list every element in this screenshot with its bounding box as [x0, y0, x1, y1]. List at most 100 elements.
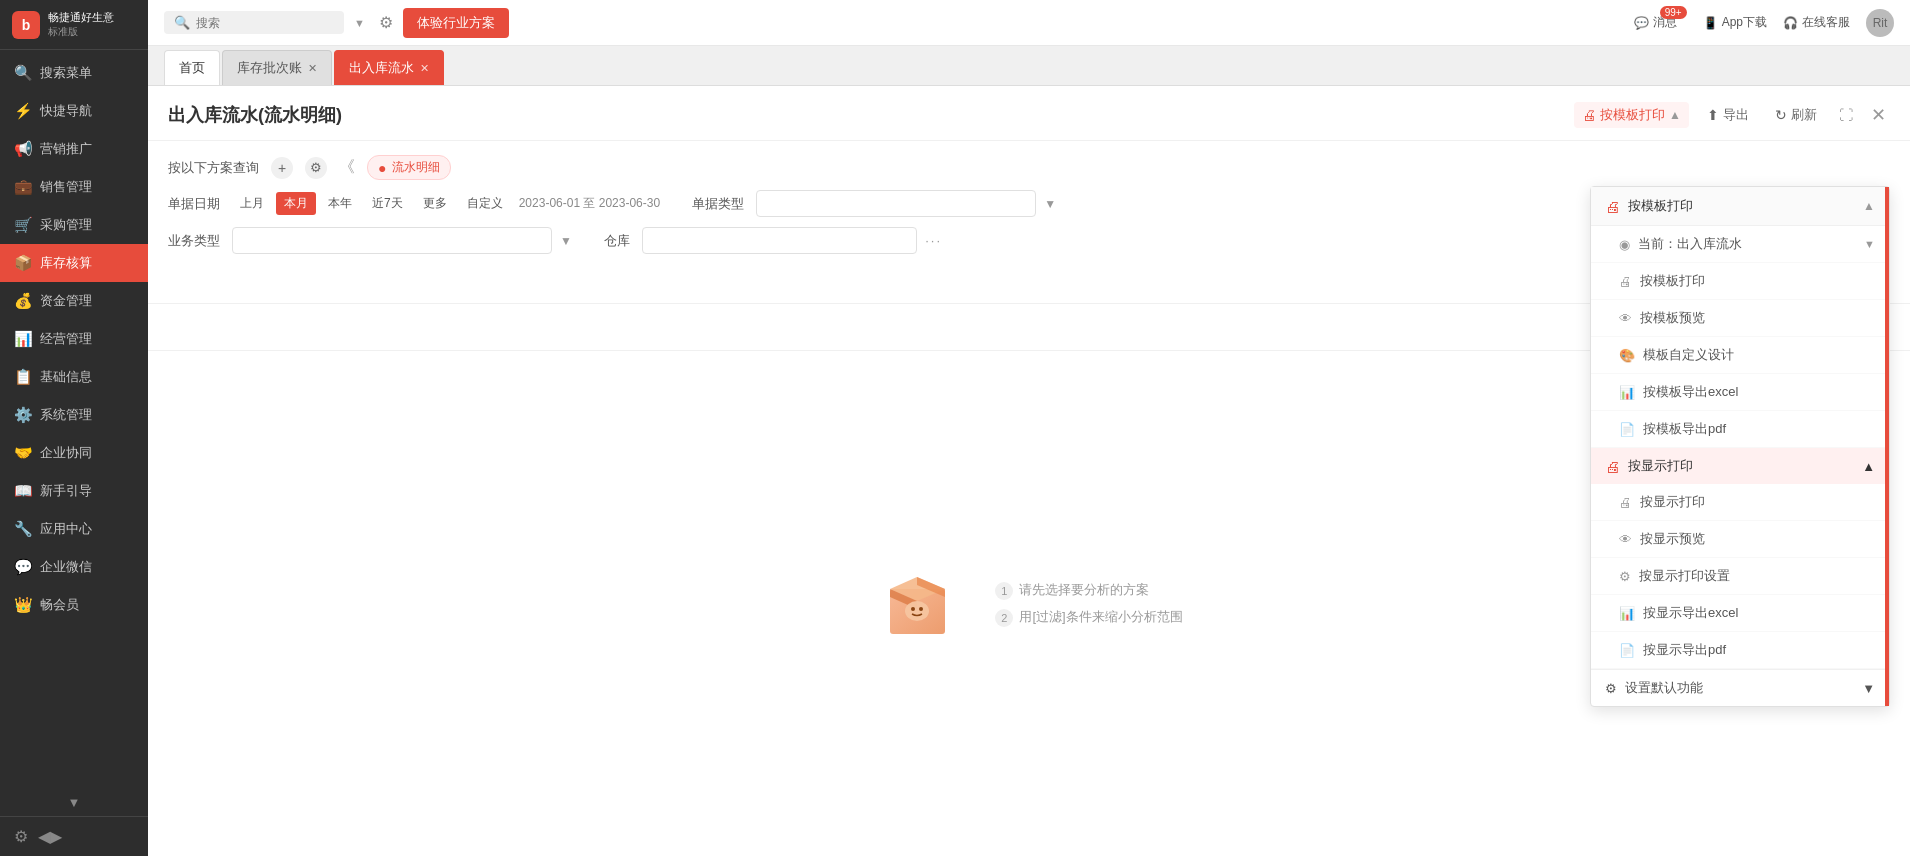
header-search-box[interactable]: 🔍 — [164, 11, 344, 34]
tab-flow-label: 出入库流水 — [349, 59, 414, 77]
close-page-icon[interactable]: ✕ — [1867, 100, 1890, 130]
dropdown-current-item[interactable]: ◉ 当前：出入库流水 ▼ — [1591, 226, 1889, 263]
disp-settings-icon: ⚙ — [1619, 569, 1631, 584]
online-service-btn[interactable]: 🎧 在线客服 — [1783, 14, 1850, 31]
print-icon: 🖨 — [1582, 107, 1596, 123]
sidebar-item-system[interactable]: ⚙️ 系统管理 — [0, 396, 148, 434]
sidebar-scroll-down[interactable]: ▼ — [0, 789, 148, 816]
empty-hints: 1 请先选择要分析的方案 2 用[过滤]条件来缩小分析范围 — [995, 581, 1182, 627]
date-btn-last-month[interactable]: 上月 — [232, 192, 272, 215]
svg-point-5 — [911, 607, 915, 611]
dropdown-template-custom[interactable]: 🎨 模板自定义设计 — [1591, 337, 1889, 374]
date-btn-7days[interactable]: 近7天 — [364, 192, 411, 215]
tab-home-label: 首页 — [179, 59, 205, 77]
dropdown-display-section[interactable]: 🖨 按显示打印 ▲ — [1591, 448, 1889, 484]
online-service-label: 在线客服 — [1802, 14, 1850, 31]
search-input[interactable] — [196, 16, 316, 30]
sidebar-item-member[interactable]: 👑 畅会员 — [0, 586, 148, 624]
settings-icon[interactable]: ⚙ — [14, 827, 28, 846]
sidebar-item-guide[interactable]: 📖 新手引导 — [0, 472, 148, 510]
user-avatar[interactable]: Rit — [1866, 9, 1894, 37]
dropdown-chevron-up-icon[interactable]: ▲ — [1863, 199, 1875, 213]
filter-add-btn[interactable]: + — [271, 157, 293, 179]
dropdown-disp-pdf[interactable]: 📄 按显示导出pdf — [1591, 632, 1889, 669]
tab-batch-close[interactable]: ✕ — [308, 62, 317, 75]
print-dropdown-panel: 🖨 按模板打印 ▲ ◉ 当前：出入库流水 ▼ 🖨 按模板打印 — [1590, 186, 1890, 707]
tab-flow-close[interactable]: ✕ — [420, 62, 429, 75]
tab-flow[interactable]: 出入库流水 ✕ — [334, 50, 444, 85]
message-badge: 99+ — [1660, 6, 1687, 19]
sidebar-item-inventory[interactable]: 📦 库存核算 — [0, 244, 148, 282]
dropdown-footer[interactable]: ⚙ 设置默认功能 ▼ — [1591, 669, 1889, 706]
filter-active-tag[interactable]: ● 流水明细 — [367, 155, 451, 180]
sidebar-item-finance[interactable]: 💰 资金管理 — [0, 282, 148, 320]
main-area: 🔍 ▼ ⚙ 体验行业方案 💬 消息 99+ 📱 App下载 🎧 在线客服 Rit — [148, 0, 1910, 856]
system-icon: ⚙️ — [14, 406, 32, 424]
template-excel-icon: 📊 — [1619, 385, 1635, 400]
sidebar-item-marketing[interactable]: 📢 营销推广 — [0, 130, 148, 168]
date-btn-this-month[interactable]: 本月 — [276, 192, 316, 215]
warehouse-input[interactable] — [642, 227, 917, 254]
sidebar-item-basic[interactable]: 📋 基础信息 — [0, 358, 148, 396]
dropdown-template-print[interactable]: 🖨 按模板打印 — [1591, 263, 1889, 300]
sidebar-item-apps[interactable]: 🔧 应用中心 — [0, 510, 148, 548]
footer-chevron-down-icon: ▼ — [1862, 681, 1875, 696]
finance-icon: 💰 — [14, 292, 32, 310]
doc-type-input[interactable] — [756, 190, 1036, 217]
biz-type-input[interactable] — [232, 227, 552, 254]
sidebar-item-search[interactable]: 🔍 搜索菜单 — [0, 54, 148, 92]
template-custom-label: 模板自定义设计 — [1643, 346, 1734, 364]
hint1-text: 请先选择要分析的方案 — [1019, 581, 1149, 599]
doc-type-arrow[interactable]: ▼ — [1044, 197, 1056, 211]
trial-btn[interactable]: 体验行业方案 — [403, 8, 509, 38]
dropdown-disp-settings[interactable]: ⚙ 按显示打印设置 — [1591, 558, 1889, 595]
dropdown-disp-excel[interactable]: 📊 按显示导出excel — [1591, 595, 1889, 632]
app-download-btn[interactable]: 📱 App下载 — [1703, 14, 1767, 31]
page-actions: 🖨 按模板打印 ▲ ⬆ 导出 ↻ 刷新 ⛶ ✕ — [1574, 100, 1890, 130]
warehouse-more-icon[interactable]: ··· — [925, 233, 942, 248]
collapse-sidebar-icon[interactable]: ◀▶ — [38, 827, 62, 846]
tab-batch[interactable]: 库存批次账 ✕ — [222, 50, 332, 85]
export-label: 导出 — [1723, 106, 1749, 124]
filter-row-top: 按以下方案查询 + ⚙ 《 ● 流水明细 — [168, 155, 1890, 180]
sidebar-item-operations[interactable]: 📊 经营管理 — [0, 320, 148, 358]
sidebar-item-sales[interactable]: 💼 销售管理 — [0, 168, 148, 206]
current-indicator-icon: ◉ — [1619, 237, 1630, 252]
dropdown-disp-print[interactable]: 🖨 按显示打印 — [1591, 484, 1889, 521]
date-btn-this-year[interactable]: 本年 — [320, 192, 360, 215]
refresh-btn[interactable]: ↻ 刷新 — [1767, 102, 1825, 128]
dropdown-footer-label: 设置默认功能 — [1625, 679, 1703, 697]
dropdown-disp-preview[interactable]: 👁 按显示预览 — [1591, 521, 1889, 558]
doc-type-label: 单据类型 — [692, 195, 744, 213]
header-search-dropdown[interactable]: ▼ — [354, 17, 365, 29]
page-content: 出入库流水(流水明细) 🖨 按模板打印 ▲ ⬆ 导出 ↻ 刷新 ⛶ ✕ — [148, 86, 1910, 856]
filter-settings-btn[interactable]: ⚙ — [305, 157, 327, 179]
print-template-btn[interactable]: 🖨 按模板打印 ▲ — [1574, 102, 1689, 128]
header-gear-icon[interactable]: ⚙ — [379, 13, 393, 32]
marketing-icon: 📢 — [14, 140, 32, 158]
page-header: 出入库流水(流水明细) 🖨 按模板打印 ▲ ⬆ 导出 ↻ 刷新 ⛶ ✕ — [148, 86, 1910, 141]
expand-page-icon[interactable]: ⛶ — [1835, 103, 1857, 127]
sidebar-item-cooperation[interactable]: 🤝 企业协同 — [0, 434, 148, 472]
header-right: 💬 消息 99+ 📱 App下载 🎧 在线客服 Rit — [1634, 9, 1894, 37]
dropdown-header[interactable]: 🖨 按模板打印 ▲ — [1591, 187, 1889, 226]
purchase-icon: 🛒 — [14, 216, 32, 234]
sidebar-logo: b 畅捷通好生意 标准版 — [0, 0, 148, 50]
tab-home[interactable]: 首页 — [164, 50, 220, 85]
dropdown-template-pdf[interactable]: 📄 按模板导出pdf — [1591, 411, 1889, 448]
dropdown-template-preview[interactable]: 👁 按模板预览 — [1591, 300, 1889, 337]
template-pdf-icon: 📄 — [1619, 422, 1635, 437]
date-btn-custom[interactable]: 自定义 — [459, 192, 511, 215]
date-btn-more[interactable]: 更多 — [415, 192, 455, 215]
biz-type-arrow[interactable]: ▼ — [560, 234, 572, 248]
sidebar-item-quicknav[interactable]: ⚡ 快捷导航 — [0, 92, 148, 130]
disp-preview-label: 按显示预览 — [1640, 530, 1705, 548]
sidebar-item-purchase[interactable]: 🛒 采购管理 — [0, 206, 148, 244]
message-btn[interactable]: 💬 消息 99+ — [1634, 14, 1677, 31]
export-btn[interactable]: ⬆ 导出 — [1699, 102, 1757, 128]
current-chevron-down-icon[interactable]: ▼ — [1864, 238, 1875, 250]
filter-label: 按以下方案查询 — [168, 159, 259, 177]
sidebar-item-wechat[interactable]: 💬 企业微信 — [0, 548, 148, 586]
filter-collapse-icon[interactable]: 《 — [339, 157, 355, 178]
dropdown-template-excel[interactable]: 📊 按模板导出excel — [1591, 374, 1889, 411]
